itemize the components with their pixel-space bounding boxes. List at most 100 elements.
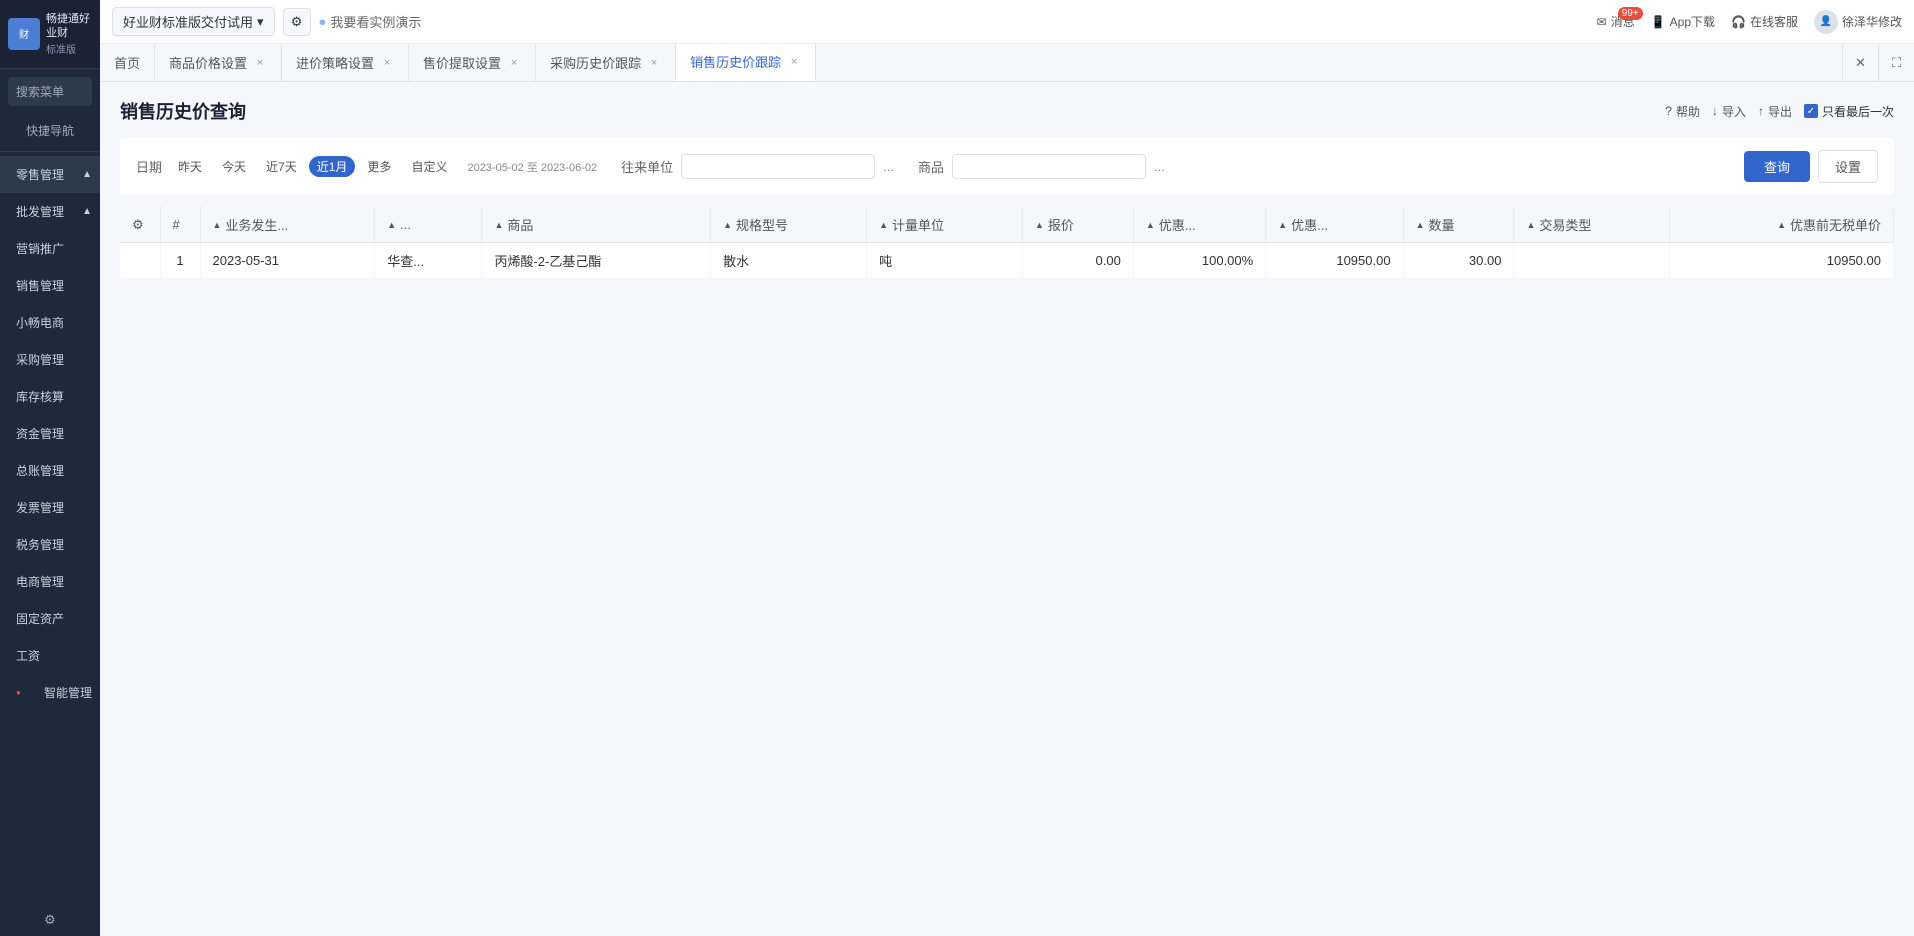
service-label: 在线客服 xyxy=(1750,13,1798,30)
last-once-checkbox[interactable]: ✓ 只看最后一次 xyxy=(1804,103,1894,120)
sidebar-item-ledger[interactable]: 总账管理 xyxy=(0,452,100,489)
message-button[interactable]: ✉ 消息 99+ xyxy=(1597,13,1635,30)
tabbar-actions: ✕ ⛶ xyxy=(1842,44,1914,82)
app-version: 标准版 xyxy=(46,41,92,56)
product-version-label: 好业财标准版交付试用 xyxy=(123,12,253,31)
tab-price-close-icon[interactable]: × xyxy=(253,56,267,70)
chevron-down-icon: ▾ xyxy=(257,14,264,30)
th-discount-pct[interactable]: ▲ 优惠... xyxy=(1133,207,1265,243)
th-trade-type[interactable]: ▲ 交易类型 xyxy=(1514,207,1670,243)
page-actions: ? 帮助 ↓ 导入 ↑ 导出 ✓ 只看最后一次 xyxy=(1665,103,1894,120)
sort-asc-icon: ▲ xyxy=(213,220,222,230)
sort-icon-price: ▲ xyxy=(1035,220,1044,230)
sidebar-item-fixed-assets[interactable]: 固定资产 xyxy=(0,600,100,637)
date-filter-label: 日期 xyxy=(136,157,162,176)
th-pretax-price[interactable]: ▲ 优惠前无税单价 xyxy=(1670,207,1894,243)
sidebar-item-purchase[interactable]: 采购管理 xyxy=(0,341,100,378)
sidebar-item-invoice[interactable]: 发票管理 xyxy=(0,489,100,526)
user-menu-button[interactable]: 👤 徐泽华修改 xyxy=(1814,10,1902,34)
source-more-icon[interactable]: ... xyxy=(883,159,894,174)
app-download-button[interactable]: 📱 App下载 xyxy=(1651,13,1715,30)
row-num-cell: 1 xyxy=(160,243,200,279)
date-opt-custom[interactable]: 自定义 xyxy=(403,156,455,177)
wholesale-arrow-icon: ▲ xyxy=(82,206,92,217)
online-service-button[interactable]: 🎧 在线客服 xyxy=(1731,13,1798,30)
th-spec[interactable]: ▲ 规格型号 xyxy=(711,207,867,243)
th-settings[interactable]: ⚙ xyxy=(120,207,160,243)
sidebar-item-salary[interactable]: 工资 xyxy=(0,637,100,674)
sort-icon-extra: ▲ xyxy=(387,220,396,230)
source-label: 往来单位 xyxy=(621,157,673,176)
tab-extract[interactable]: 售价提取设置 × xyxy=(409,44,536,82)
topbar-settings-button[interactable]: ⚙ xyxy=(283,8,311,36)
sort-icon-qty: ▲ xyxy=(1416,220,1425,230)
tab-sales-history-close-icon[interactable]: × xyxy=(787,55,801,69)
product-more-icon[interactable]: ... xyxy=(1154,159,1165,174)
tab-strategy-close-icon[interactable]: × xyxy=(380,56,394,70)
th-business-date[interactable]: ▲ 业务发生... xyxy=(200,207,375,243)
date-opt-yesterday[interactable]: 昨天 xyxy=(170,156,210,177)
sidebar-search-button[interactable]: 搜索菜单 xyxy=(8,77,92,106)
app-name: 畅捷通好业财 xyxy=(46,12,92,41)
sidebar-item-ecommerce[interactable]: 电商管理 xyxy=(0,563,100,600)
source-input[interactable] xyxy=(681,154,875,179)
sidebar-quick-nav-button[interactable]: 快捷导航 xyxy=(0,114,100,147)
th-price[interactable]: ▲ 报价 xyxy=(1023,207,1134,243)
sort-icon-disc-amt: ▲ xyxy=(1278,220,1287,230)
th-qty[interactable]: ▲ 数量 xyxy=(1403,207,1514,243)
page-header: 销售历史价查询 ? 帮助 ↓ 导入 ↑ 导出 ✓ 只看最后一次 xyxy=(120,98,1894,124)
mobile-icon: 📱 xyxy=(1651,15,1666,29)
tab-purchase-history[interactable]: 采购历史价跟踪 × xyxy=(536,44,676,82)
tab-sales-history[interactable]: 销售历史价跟踪 × xyxy=(676,44,816,82)
maximize-tab-button[interactable]: ⛶ xyxy=(1878,44,1914,82)
table-body: 1 2023-05-31 华查... 丙烯酸-2-乙基己酯 散水 吨 0.00 … xyxy=(120,243,1894,279)
table-settings-button[interactable]: 设置 xyxy=(1818,150,1878,183)
row-product-cell: 丙烯酸-2-乙基己酯 xyxy=(482,243,711,279)
date-opt-7days[interactable]: 近7天 xyxy=(258,156,305,177)
th-discount-amt[interactable]: ▲ 优惠... xyxy=(1266,207,1403,243)
th-unit[interactable]: ▲ 计量单位 xyxy=(867,207,1023,243)
gear-icon: ⚙ xyxy=(291,14,303,30)
message-icon: ✉ xyxy=(1597,15,1607,29)
export-button[interactable]: ↑ 导出 xyxy=(1758,103,1792,120)
sidebar-item-wholesale[interactable]: 批发管理 ▲ xyxy=(0,193,100,230)
date-opt-more[interactable]: 更多 xyxy=(359,156,399,177)
sidebar-item-ecommerce-small[interactable]: 小畅电商 xyxy=(0,304,100,341)
tab-strategy[interactable]: 进价策略设置 × xyxy=(282,44,409,82)
th-product[interactable]: ▲ 商品 xyxy=(482,207,711,243)
product-input[interactable] xyxy=(952,154,1146,179)
sidebar-item-tax[interactable]: 税务管理 xyxy=(0,526,100,563)
date-opt-today[interactable]: 今天 xyxy=(214,156,254,177)
sidebar-item-marketing[interactable]: 营销推广 xyxy=(0,230,100,267)
help-icon: ? xyxy=(1665,104,1672,118)
table-header-row: ⚙ # ▲ 业务发生... ▲ ... xyxy=(120,207,1894,243)
sidebar-item-finance[interactable]: 资金管理 xyxy=(0,415,100,452)
main-content: 好业财标准版交付试用 ▾ ⚙ ● 我要看实例演示 ✉ 消息 99+ 📱 App下… xyxy=(100,0,1914,936)
tab-extract-close-icon[interactable]: × xyxy=(507,56,521,70)
sidebar-logo: 财 畅捷通好业财 标准版 xyxy=(0,0,100,69)
tab-home[interactable]: 首页 xyxy=(100,44,155,82)
retail-arrow-icon: ▲ xyxy=(82,169,92,180)
sales-history-table: ⚙ # ▲ 业务发生... ▲ ... xyxy=(120,207,1894,279)
sidebar-item-sales[interactable]: 销售管理 xyxy=(0,267,100,304)
import-label: 导入 xyxy=(1722,103,1746,120)
help-button[interactable]: ? 帮助 xyxy=(1665,103,1700,120)
sidebar-item-smart[interactable]: 智能管理 xyxy=(0,674,100,711)
tab-price[interactable]: 商品价格设置 × xyxy=(155,44,282,82)
row-unit-cell: 吨 xyxy=(867,243,1023,279)
import-button[interactable]: ↓ 导入 xyxy=(1712,103,1746,120)
demo-button[interactable]: ● 我要看实例演示 xyxy=(319,12,422,31)
th-extra[interactable]: ▲ ... xyxy=(375,207,482,243)
date-range-display: 2023-05-02 至 2023-06-02 xyxy=(467,159,597,175)
column-settings-icon[interactable]: ⚙ xyxy=(132,217,144,232)
row-trade-type-cell xyxy=(1514,243,1670,279)
sidebar-item-retail[interactable]: 零售管理 ▲ xyxy=(0,156,100,193)
query-button[interactable]: 查询 xyxy=(1744,151,1810,182)
source-filter-group: 往来单位 ... xyxy=(621,154,894,179)
sidebar-item-inventory[interactable]: 库存核算 xyxy=(0,378,100,415)
tab-purchase-history-close-icon[interactable]: × xyxy=(647,56,661,70)
close-tab-button[interactable]: ✕ xyxy=(1842,44,1878,82)
sidebar-settings-button[interactable]: ⚙ xyxy=(0,904,100,936)
date-opt-1month[interactable]: 近1月 xyxy=(309,156,356,177)
product-version-select[interactable]: 好业财标准版交付试用 ▾ xyxy=(112,7,275,36)
